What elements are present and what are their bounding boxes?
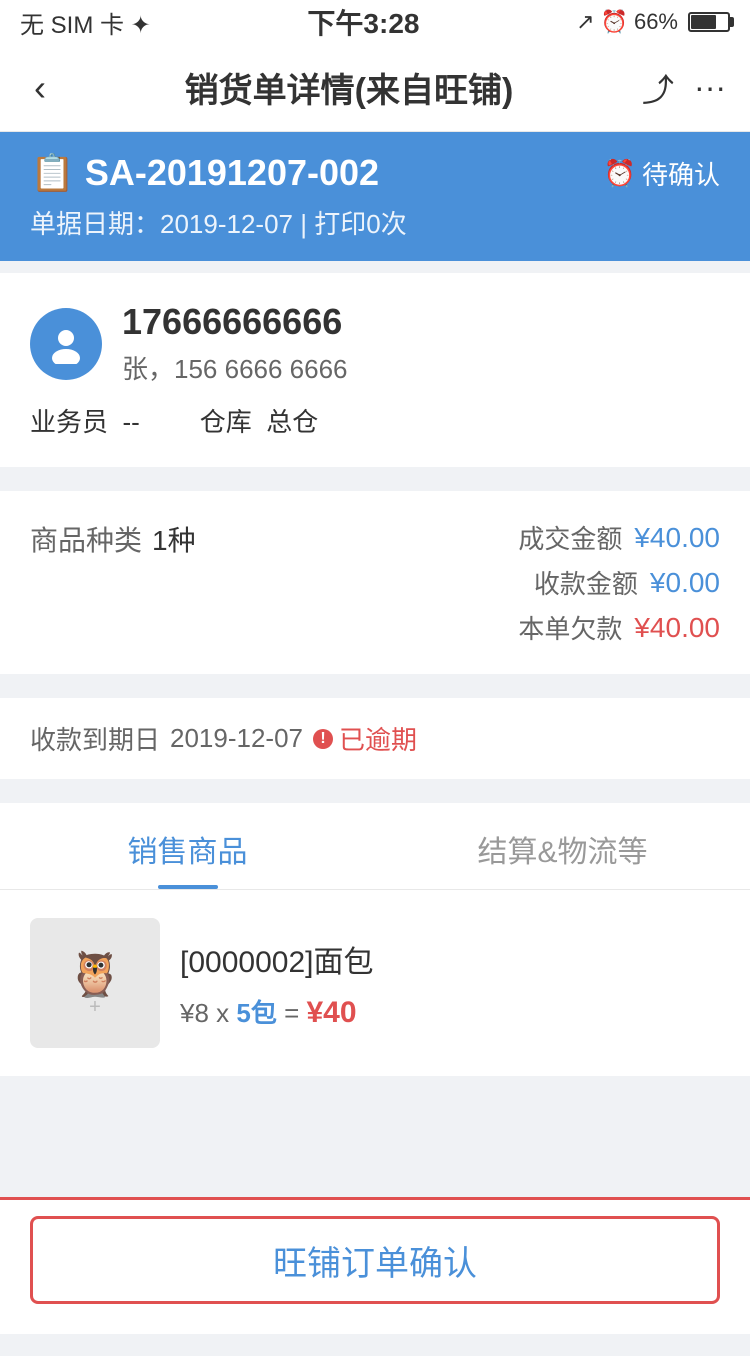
order-status: ⏰ 待确认 [604, 155, 720, 192]
product-type-label: 商品种类 [30, 519, 142, 559]
debt-row: 本单欠款 ¥40.00 [518, 609, 720, 646]
product-price-row: ¥8 x 5包 = ¥40 [180, 993, 720, 1030]
divider-1 [0, 467, 750, 479]
transaction-row: 成交金额 ¥40.00 [518, 519, 720, 556]
product-unit-price: ¥8 x [180, 998, 236, 1028]
receipt-row: 收款金额 ¥0.00 [534, 564, 720, 601]
customer-avatar [30, 308, 102, 380]
nav-bar: ‹ 销货单详情(来自旺铺) ⤴ ··· [0, 44, 750, 132]
battery-icon [688, 12, 730, 32]
due-section: 收款到期日 2019-12-07 ! 已逾期 [0, 698, 750, 779]
amount-summary: 成交金额 ¥40.00 收款金额 ¥0.00 本单欠款 ¥40.00 [518, 519, 720, 646]
customer-info: 17666666666 张，156 6666 6666 [122, 301, 720, 386]
print-count: 0 [366, 209, 380, 239]
customer-phone: 17666666666 [122, 301, 720, 343]
product-equals: = [277, 998, 307, 1028]
overdue-text: 已逾期 [339, 720, 417, 757]
product-quantity: 5包 [236, 998, 276, 1028]
date-label: 单据日期： [30, 209, 160, 239]
receipt-amount: ¥0.00 [650, 567, 720, 599]
warehouse-label: 仓库 [200, 407, 252, 437]
order-date-value: 2019-12-07 [160, 209, 293, 239]
bottom-bar: 旺铺订单确认 [0, 1197, 750, 1334]
tab-settlement[interactable]: 结算&物流等 [375, 803, 750, 889]
debt-label: 本单欠款 [518, 609, 622, 646]
order-date-row: 单据日期：2019-12-07 | 打印0次 [30, 204, 720, 241]
product-type-value: 1种 [152, 519, 196, 559]
back-button[interactable]: ‹ [24, 57, 56, 119]
avatar-icon [46, 324, 86, 364]
order-header: 📋 SA-20191207-002 ⏰ 待确认 单据日期：2019-12-07 … [0, 132, 750, 261]
customer-section: 17666666666 张，156 6666 6666 业务员 -- 仓库 总仓 [0, 273, 750, 467]
status-left: 无 SIM 卡 ✦ [20, 5, 151, 40]
debt-amount: ¥40.00 [634, 612, 720, 644]
tab-settlement-label: 结算&物流等 [477, 836, 647, 869]
product-thumb-plus-icon: + [89, 996, 101, 1019]
transaction-amount: ¥40.00 [634, 522, 720, 554]
order-status-text: 待确认 [642, 155, 720, 192]
share-icon[interactable]: ⤴ [642, 65, 674, 111]
product-info: [0000002]面包 ¥8 x 5包 = ¥40 [180, 937, 720, 1030]
product-item: 🦉 + [0000002]面包 ¥8 x 5包 = ¥40 [0, 890, 750, 1076]
status-bar: 无 SIM 卡 ✦ 下午3:28 ↗ ⏰ 66% [0, 0, 750, 44]
divider-3 [0, 779, 750, 791]
nav-actions: ⤴ ··· [642, 65, 726, 111]
sales-value: -- [122, 407, 139, 437]
customer-name: 张，156 6666 6666 [122, 349, 720, 386]
overdue-badge: ! 已逾期 [313, 720, 417, 757]
due-label: 收款到期日 [30, 720, 160, 757]
product-thumbnail: 🦉 + [30, 918, 160, 1048]
warehouse-value: 总仓 [266, 407, 318, 437]
date-separator: | [293, 209, 314, 239]
order-id-icon: 📋 [30, 152, 75, 194]
print-label: 打印 [314, 209, 366, 239]
receipt-label: 收款金额 [534, 564, 638, 601]
product-total: ¥40 [306, 996, 356, 1029]
confirm-label: 旺铺订单确认 [273, 1236, 477, 1285]
due-date-value: 2019-12-07 [170, 723, 303, 754]
page-title: 销货单详情(来自旺铺) [56, 63, 642, 112]
product-type-field: 商品种类 1种 [30, 519, 196, 559]
clock-icon: ⏰ [604, 158, 636, 189]
print-suffix: 次 [381, 209, 407, 239]
order-id-text: SA-20191207-002 [85, 152, 379, 194]
status-time: 下午3:28 [307, 2, 419, 42]
product-name: [0000002]面包 [180, 937, 720, 981]
sales-label: 业务员 [30, 407, 108, 437]
tab-sales-products[interactable]: 销售商品 [0, 803, 375, 889]
tabs-bar: 销售商品 结算&物流等 [0, 803, 750, 890]
tab-sales-label: 销售商品 [128, 836, 248, 869]
more-icon[interactable]: ··· [694, 69, 726, 106]
customer-meta: 业务员 -- 仓库 总仓 [30, 402, 720, 439]
order-id: 📋 SA-20191207-002 [30, 152, 379, 194]
divider-2 [0, 674, 750, 686]
tabs-section: 销售商品 结算&物流等 🦉 + [0000002]面包 ¥8 x 5包 = ¥4… [0, 803, 750, 1076]
transaction-label: 成交金额 [518, 519, 622, 556]
alarm-icon: ⏰ [601, 9, 628, 35]
warehouse-field: 仓库 总仓 [200, 402, 318, 439]
summary-section: 商品种类 1种 成交金额 ¥40.00 收款金额 ¥0.00 本单欠款 ¥40.… [0, 491, 750, 674]
sim-label: 无 SIM 卡 ✦ [20, 5, 151, 40]
confirm-order-button[interactable]: 旺铺订单确认 [30, 1216, 720, 1304]
overdue-icon: ! [313, 729, 333, 749]
product-thumb-owl-icon: 🦉 [68, 948, 123, 1000]
battery-text: 66% [634, 9, 678, 35]
location-icon: ↗ [576, 9, 594, 35]
status-right: ↗ ⏰ 66% [576, 9, 730, 35]
sales-field: 业务员 -- [30, 402, 140, 439]
